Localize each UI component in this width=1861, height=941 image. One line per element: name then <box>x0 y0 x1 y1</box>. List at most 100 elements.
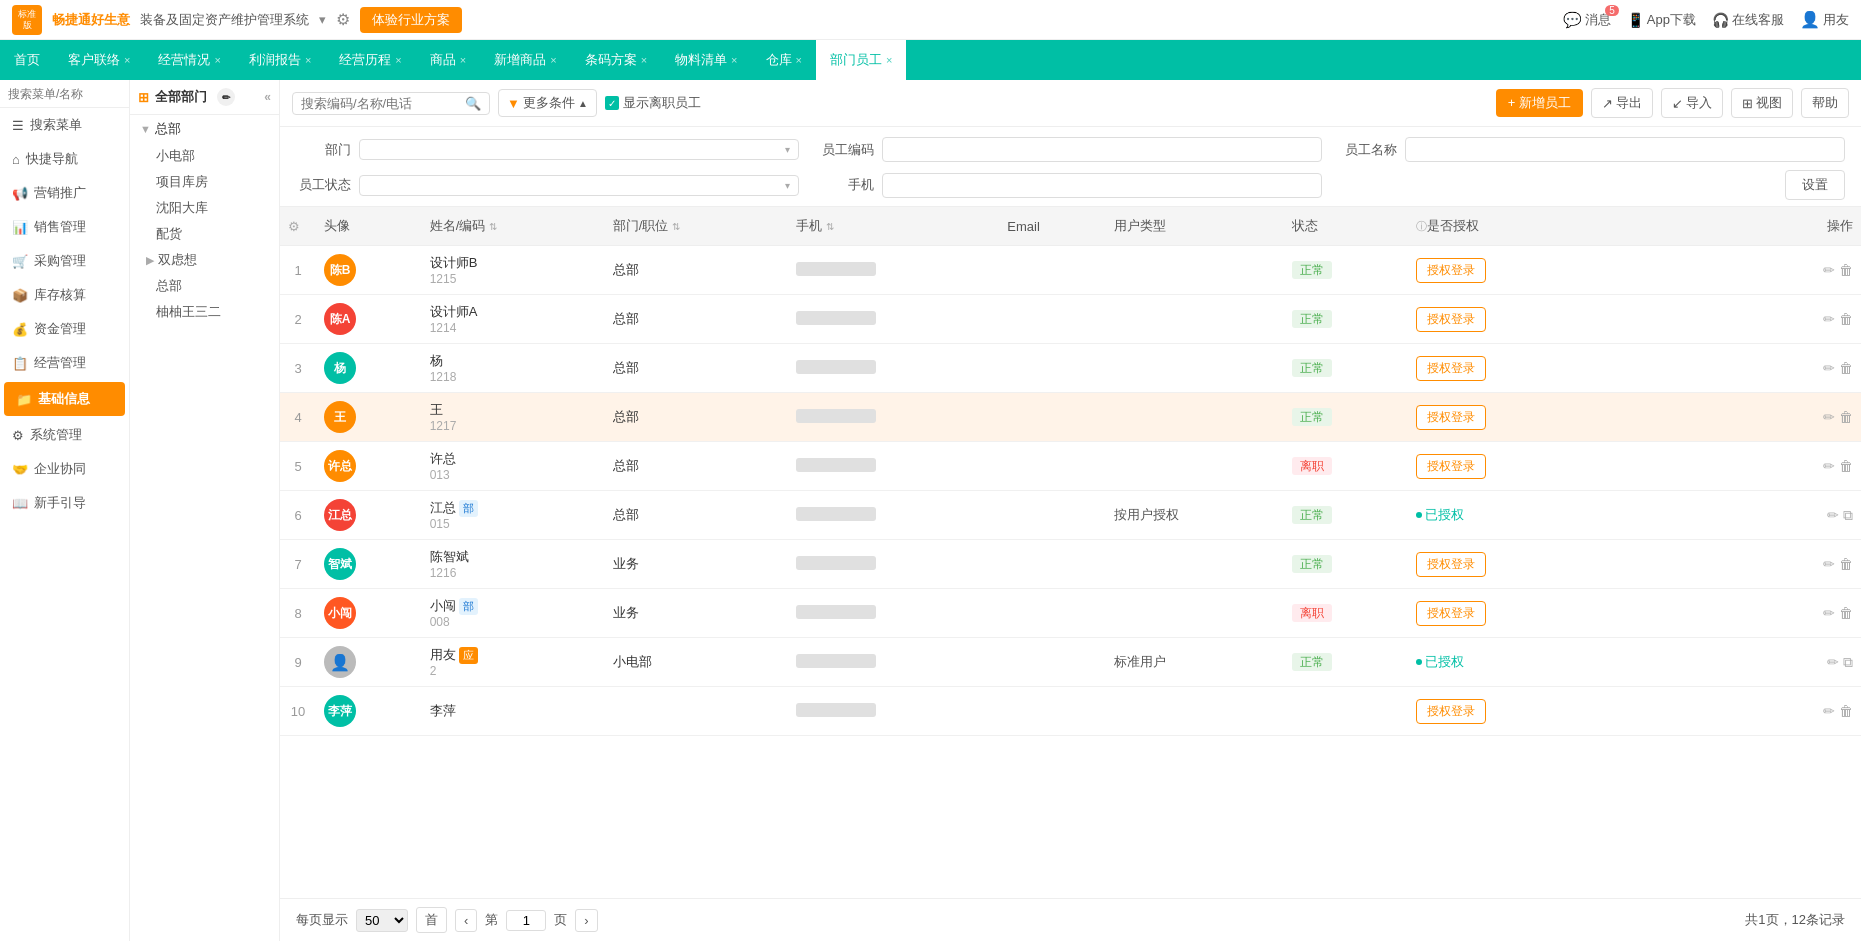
delete-btn[interactable]: 🗑 <box>1839 458 1853 474</box>
row-user-type <box>1106 687 1284 736</box>
delete-btn[interactable]: 🗑 <box>1839 703 1853 719</box>
delete-btn[interactable]: 🗑 <box>1839 605 1853 621</box>
edit-btn[interactable]: ✏ <box>1823 605 1835 621</box>
auth-login-btn[interactable]: 授权登录 <box>1416 601 1486 626</box>
dept-node-group[interactable]: ▼总部 <box>130 115 279 143</box>
filter-emp-name: 员工名称 查询 <box>1342 137 1845 162</box>
edit-btn[interactable]: ✏ <box>1823 360 1835 376</box>
filter-emp-name-input[interactable] <box>1405 137 1845 162</box>
sidebar-item-system[interactable]: ⚙系统管理 <box>0 418 129 452</box>
edit-btn[interactable]: ✏ <box>1823 409 1835 425</box>
first-page-btn[interactable]: 首 <box>416 907 447 933</box>
auth-login-btn[interactable]: 授权登录 <box>1416 405 1486 430</box>
more-btn[interactable]: 帮助 <box>1801 88 1849 118</box>
auth-login-btn[interactable]: 授权登录 <box>1416 258 1486 283</box>
row-index: 2 <box>280 295 316 344</box>
filter-phone-input[interactable] <box>882 173 1322 198</box>
nav-item-new-goods[interactable]: 新增商品 × <box>480 40 570 80</box>
nav-item-profit[interactable]: 利润报告 × <box>235 40 325 80</box>
nav-item-bom[interactable]: 物料清单 × <box>661 40 751 80</box>
user-avatar-btn[interactable]: 👤 用友 <box>1800 10 1849 29</box>
dept-node-zongbu[interactable]: 总部 <box>130 273 279 299</box>
sidebar-item-inventory[interactable]: 📦库存核算 <box>0 278 129 312</box>
sidebar-item-collab[interactable]: 🤝企业协同 <box>0 452 129 486</box>
col-dept-pos[interactable]: 部门/职位 ⇅ <box>605 207 788 246</box>
dept-node-shuangliuxiang[interactable]: ▶双虑想 <box>130 247 279 273</box>
import-btn[interactable]: ↙ 导入 <box>1661 88 1723 118</box>
online-service-btn[interactable]: 🎧 在线客服 <box>1712 11 1784 29</box>
table-row: 8 小闯 小闯 部 008 业务 离职 <box>280 589 1861 638</box>
col-phone[interactable]: 手机 ⇅ <box>788 207 999 246</box>
prev-page-btn[interactable]: ‹ <box>455 909 477 932</box>
sidebar-item-sales[interactable]: 📊销售管理 <box>0 210 129 244</box>
sidebar-item-marketing[interactable]: 📢营销推广 <box>0 176 129 210</box>
dept-node-peihuo[interactable]: 配货 <box>130 221 279 247</box>
dept-node-shenyang[interactable]: 沈阳大库 <box>130 195 279 221</box>
dept-node-youzuwangsan[interactable]: 柚柚王三二 <box>130 299 279 325</box>
next-page-btn[interactable]: › <box>575 909 597 932</box>
auth-login-btn[interactable]: 授权登录 <box>1416 307 1486 332</box>
page-size-select[interactable]: 50 100 <box>356 909 408 932</box>
nav-item-goods[interactable]: 商品 × <box>416 40 480 80</box>
sidebar-search-input[interactable] <box>8 87 130 101</box>
dept-node-xiaodibu[interactable]: 小电部 <box>130 143 279 169</box>
delete-btn[interactable]: 🗑 <box>1839 360 1853 376</box>
trial-btn[interactable]: 体验行业方案 <box>360 7 462 33</box>
search-input-wrap: 🔍 <box>292 92 490 115</box>
nav-item-dept-staff[interactable]: 部门员工 × <box>816 40 906 80</box>
search-input[interactable] <box>301 96 461 111</box>
app-download-btn[interactable]: 📱 App下载 <box>1627 11 1696 29</box>
settings-icon[interactable]: ⚙ <box>336 10 350 29</box>
col-name-code[interactable]: 姓名/编码 ⇅ <box>422 207 605 246</box>
nav-item-customer[interactable]: 客户联络 × <box>54 40 144 80</box>
filter-status-select[interactable]: ▾ <box>359 175 799 196</box>
dept-edit-icon[interactable]: ✏ <box>217 88 235 106</box>
dept-all-header[interactable]: ⊞ 全部部门 ✏ « <box>130 80 279 115</box>
edit-btn[interactable]: ✏ <box>1823 556 1835 572</box>
delete-btn[interactable]: 🗑 <box>1839 311 1853 327</box>
nav-item-warehouse[interactable]: 仓库 × <box>752 40 816 80</box>
edit-btn[interactable]: ✏ <box>1823 458 1835 474</box>
search-submit-icon[interactable]: 🔍 <box>465 96 481 111</box>
msg-btn[interactable]: 💬 5 消息 <box>1563 11 1611 29</box>
sidebar-item-management[interactable]: 📋经营管理 <box>0 346 129 380</box>
row-phone <box>788 442 999 491</box>
system-dropdown-icon[interactable]: ▾ <box>319 12 326 27</box>
filter-emp-code-input[interactable] <box>882 137 1322 162</box>
page-input[interactable] <box>506 910 546 931</box>
auth-login-btn[interactable]: 授权登录 <box>1416 552 1486 577</box>
delete-btn[interactable]: 🗑 <box>1839 409 1853 425</box>
reset-btn[interactable]: 设置 <box>1785 170 1845 200</box>
edit-btn[interactable]: ✏ <box>1827 507 1839 523</box>
dept-collapse-btn[interactable]: « <box>264 90 271 104</box>
show-resigned-toggle[interactable]: ✓ 显示离职员工 <box>605 94 701 112</box>
edit-btn[interactable]: ✏ <box>1827 654 1839 670</box>
edit-btn[interactable]: ✏ <box>1823 703 1835 719</box>
col-settings[interactable]: ⚙ <box>280 207 316 246</box>
sidebar-item-nav[interactable]: ⌂快捷导航 <box>0 142 129 176</box>
delete-btn[interactable]: 🗑 <box>1839 556 1853 572</box>
add-employee-btn[interactable]: + 新增员工 <box>1496 89 1583 117</box>
auth-login-btn[interactable]: 授权登录 <box>1416 454 1486 479</box>
sidebar-item-finance[interactable]: 💰资金管理 <box>0 312 129 346</box>
sidebar-item-purchase[interactable]: 🛒采购管理 <box>0 244 129 278</box>
view-btn[interactable]: ⊞ 视图 <box>1731 88 1793 118</box>
delete-btn[interactable]: 🗑 <box>1839 262 1853 278</box>
auth-login-btn[interactable]: 授权登录 <box>1416 699 1486 724</box>
edit-btn[interactable]: ✏ <box>1823 262 1835 278</box>
nav-item-ops[interactable]: 经营情况 × <box>144 40 234 80</box>
copy-btn[interactable]: ⧉ <box>1843 507 1853 524</box>
nav-item-barcode[interactable]: 条码方案 × <box>571 40 661 80</box>
dept-node-xiangmukufang[interactable]: 项目库房 <box>130 169 279 195</box>
more-filter-btn[interactable]: ▼ 更多条件 ▲ <box>498 89 597 117</box>
nav-item-home[interactable]: 首页 <box>0 40 54 80</box>
edit-btn[interactable]: ✏ <box>1823 311 1835 327</box>
export-btn[interactable]: ↗ 导出 <box>1591 88 1653 118</box>
nav-item-history[interactable]: 经营历程 × <box>325 40 415 80</box>
filter-dept-select[interactable]: ▾ <box>359 139 799 160</box>
sidebar-item-guide[interactable]: 📖新手引导 <box>0 486 129 520</box>
sidebar-item-search[interactable]: ☰搜索菜单 <box>0 108 129 142</box>
auth-login-btn[interactable]: 授权登录 <box>1416 356 1486 381</box>
copy-btn[interactable]: ⧉ <box>1843 654 1853 671</box>
sidebar-item-basic-info[interactable]: 📁基础信息 <box>4 382 125 416</box>
